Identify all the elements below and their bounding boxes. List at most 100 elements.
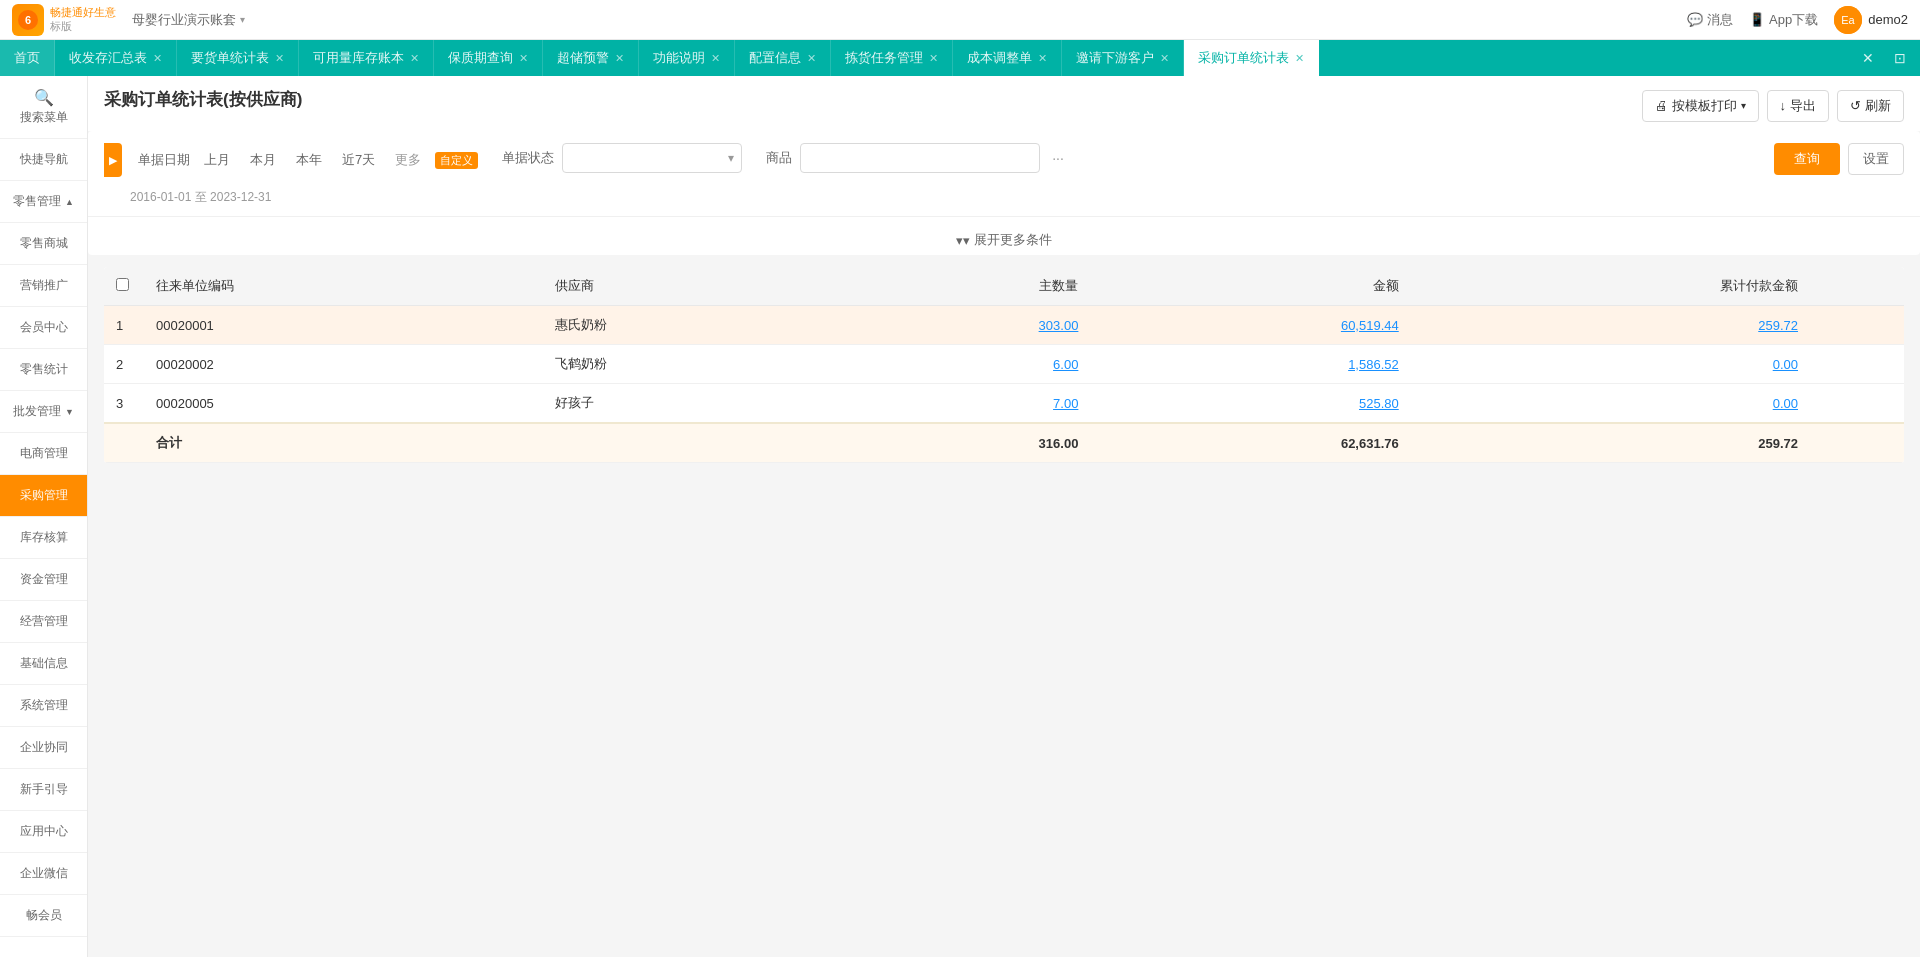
goods-input[interactable] [800, 143, 1040, 173]
sidebar-item-retail-stat[interactable]: 零售统计 [0, 349, 87, 391]
table-row: 1 00020001 惠氏奶粉 303.00 60,519.44 259.72 [104, 306, 1904, 345]
print-button[interactable]: 🖨 按模板打印 ▾ [1642, 90, 1759, 122]
export-button[interactable]: ↓ 导出 [1767, 90, 1830, 122]
close-icon[interactable]: ✕ [1038, 52, 1047, 65]
shortcut-this-month[interactable]: 本月 [244, 149, 282, 171]
sidebar-item-retail[interactable]: 零售管理 ▲ [0, 181, 87, 223]
close-icon[interactable]: ✕ [929, 52, 938, 65]
td-paid-amount[interactable]: 0.00 [1411, 384, 1810, 424]
status-filter-label: 单据状态 [502, 149, 554, 167]
sidebar-item-search[interactable]: 🔍 搜索菜单 [0, 76, 87, 139]
sidebar-item-purchase[interactable]: 采购管理 [0, 475, 87, 517]
nav-tab-invite-downstream[interactable]: 邀请下游客户 ✕ [1062, 40, 1184, 76]
sidebar-item-label: 企业协同 [8, 739, 79, 756]
nav-tab-func-desc[interactable]: 功能说明 ✕ [639, 40, 735, 76]
sidebar-item-label: 基础信息 [8, 655, 79, 672]
sidebar-item-label: 经营管理 [8, 613, 79, 630]
nav-tab-home[interactable]: 首页 [0, 40, 55, 76]
sidebar-item-finance[interactable]: 资金管理 [0, 559, 87, 601]
sidebar-item-operation[interactable]: 经营管理 [0, 601, 87, 643]
nav-tab-cost-adjust[interactable]: 成本调整单 ✕ [953, 40, 1062, 76]
close-icon[interactable]: ✕ [275, 52, 284, 65]
nav-tab-usable-stock[interactable]: 可用量库存账本 ✕ [299, 40, 434, 76]
td-amount[interactable]: 1,586.52 [1090, 345, 1410, 384]
page-title: 采购订单统计表(按供应商) [104, 88, 302, 111]
sidebar-item-retail-mall[interactable]: 零售商城 [0, 223, 87, 265]
filter-toggle-btn[interactable]: ▶ [104, 143, 122, 177]
app-download-action[interactable]: 📱 App下载 [1749, 11, 1818, 29]
message-action[interactable]: 💬 消息 [1687, 11, 1733, 29]
shortcut-more[interactable]: 更多 [389, 149, 427, 171]
footer-empty2 [1810, 423, 1904, 463]
shortcut-7days[interactable]: 近7天 [336, 149, 381, 171]
user-area[interactable]: Ea demo2 [1834, 6, 1908, 34]
sidebar-item-label: 快捷导航 [8, 151, 79, 168]
refresh-button[interactable]: ↺ 刷新 [1837, 90, 1904, 122]
nav-fullscreen-btn[interactable]: ⊡ [1888, 48, 1912, 68]
close-icon[interactable]: ✕ [807, 52, 816, 65]
nav-tab-pick-task[interactable]: 拣货任务管理 ✕ [831, 40, 953, 76]
close-icon[interactable]: ✕ [711, 52, 720, 65]
goods-more-btn[interactable]: ··· [1048, 150, 1068, 166]
td-paid-amount[interactable]: 0.00 [1411, 345, 1810, 384]
shortcut-this-year[interactable]: 本年 [290, 149, 328, 171]
nav-tab-label: 可用量库存账本 [313, 49, 404, 67]
nav-tab-overstock-warning[interactable]: 超储预警 ✕ [543, 40, 639, 76]
settings-button[interactable]: 设置 [1848, 143, 1904, 175]
close-icon[interactable]: ✕ [153, 52, 162, 65]
date-filter-group: ▶ 单据日期 上月 本月 本年 近7天 更多 自定义 [104, 143, 478, 177]
nav-tab-order-summary[interactable]: 要货单统计表 ✕ [177, 40, 299, 76]
custom-date-tag[interactable]: 自定义 [435, 152, 478, 169]
sidebar-item-label: 畅会员 [8, 907, 79, 924]
sidebar-item-appcenter[interactable]: 应用中心 [0, 811, 87, 853]
sidebar-item-marketing[interactable]: 营销推广 [0, 265, 87, 307]
close-icon[interactable]: ✕ [615, 52, 624, 65]
sidebar-item-member2[interactable]: 畅会员 [0, 895, 87, 937]
shortcut-last-month[interactable]: 上月 [198, 149, 236, 171]
close-icon[interactable]: ✕ [1160, 52, 1169, 65]
td-paid-amount[interactable]: 259.72 [1411, 306, 1810, 345]
print-dropdown-icon: ▾ [1741, 100, 1746, 111]
sidebar-item-label: 企业微信 [8, 865, 79, 882]
td-quantity[interactable]: 7.00 [841, 384, 1091, 424]
date-range-display: 2016-01-01 至 2023-12-31 [130, 189, 1904, 206]
sidebar-item-label: 批发管理 [13, 403, 61, 420]
sidebar-item-wholesale[interactable]: 批发管理 ▼ [0, 391, 87, 433]
nav-close-all-btn[interactable]: ✕ [1856, 48, 1880, 68]
expand-label: 展开更多条件 [974, 231, 1052, 249]
sidebar-item-basic[interactable]: 基础信息 [0, 643, 87, 685]
expand-btn[interactable]: ▾▾ 展开更多条件 [956, 231, 1052, 249]
status-select[interactable] [562, 143, 742, 173]
status-select-wrapper [562, 143, 742, 173]
nav-tab-config-info[interactable]: 配置信息 ✕ [735, 40, 831, 76]
top-bar-left: 6 畅捷通好生意 标版 母婴行业演示账套 ▾ [12, 4, 253, 36]
sidebar-item-inventory[interactable]: 库存核算 [0, 517, 87, 559]
sidebar-item-enterprise[interactable]: 企业协同 [0, 727, 87, 769]
workspace-name: 母婴行业演示账套 [132, 11, 236, 29]
sidebar-item-wechat[interactable]: 企业微信 [0, 853, 87, 895]
td-supplier: 飞鹤奶粉 [543, 345, 841, 384]
td-amount[interactable]: 60,519.44 [1090, 306, 1410, 345]
sidebar-item-member[interactable]: 会员中心 [0, 307, 87, 349]
workspace-select[interactable]: 母婴行业演示账套 ▾ [124, 7, 253, 33]
sidebar-item-newguide[interactable]: 新手引导 [0, 769, 87, 811]
sidebar-item-system[interactable]: 系统管理 [0, 685, 87, 727]
td-quantity[interactable]: 6.00 [841, 345, 1091, 384]
sidebar-item-label: 营销推广 [8, 277, 79, 294]
nav-bar-actions: ✕ ⊡ [1856, 48, 1920, 68]
close-icon[interactable]: ✕ [410, 52, 419, 65]
sidebar-item-shortcut[interactable]: 快捷导航 [0, 139, 87, 181]
query-button[interactable]: 查询 [1774, 143, 1840, 175]
close-icon[interactable]: ✕ [1295, 52, 1304, 65]
filter-controls: ▶ 单据日期 上月 本月 本年 近7天 更多 自定义 [104, 143, 1904, 189]
select-all-checkbox[interactable] [116, 278, 129, 291]
nav-tab-warranty-query[interactable]: 保质期查询 ✕ [434, 40, 543, 76]
close-icon[interactable]: ✕ [519, 52, 528, 65]
svg-text:6: 6 [25, 14, 31, 26]
td-amount[interactable]: 525.80 [1090, 384, 1410, 424]
sidebar-item-ecommerce[interactable]: 电商管理 [0, 433, 87, 475]
nav-tab-label: 功能说明 [653, 49, 705, 67]
td-quantity[interactable]: 303.00 [841, 306, 1091, 345]
nav-tab-purchase-stat[interactable]: 采购订单统计表 ✕ [1184, 40, 1319, 76]
nav-tab-receive-summary[interactable]: 收发存汇总表 ✕ [55, 40, 177, 76]
